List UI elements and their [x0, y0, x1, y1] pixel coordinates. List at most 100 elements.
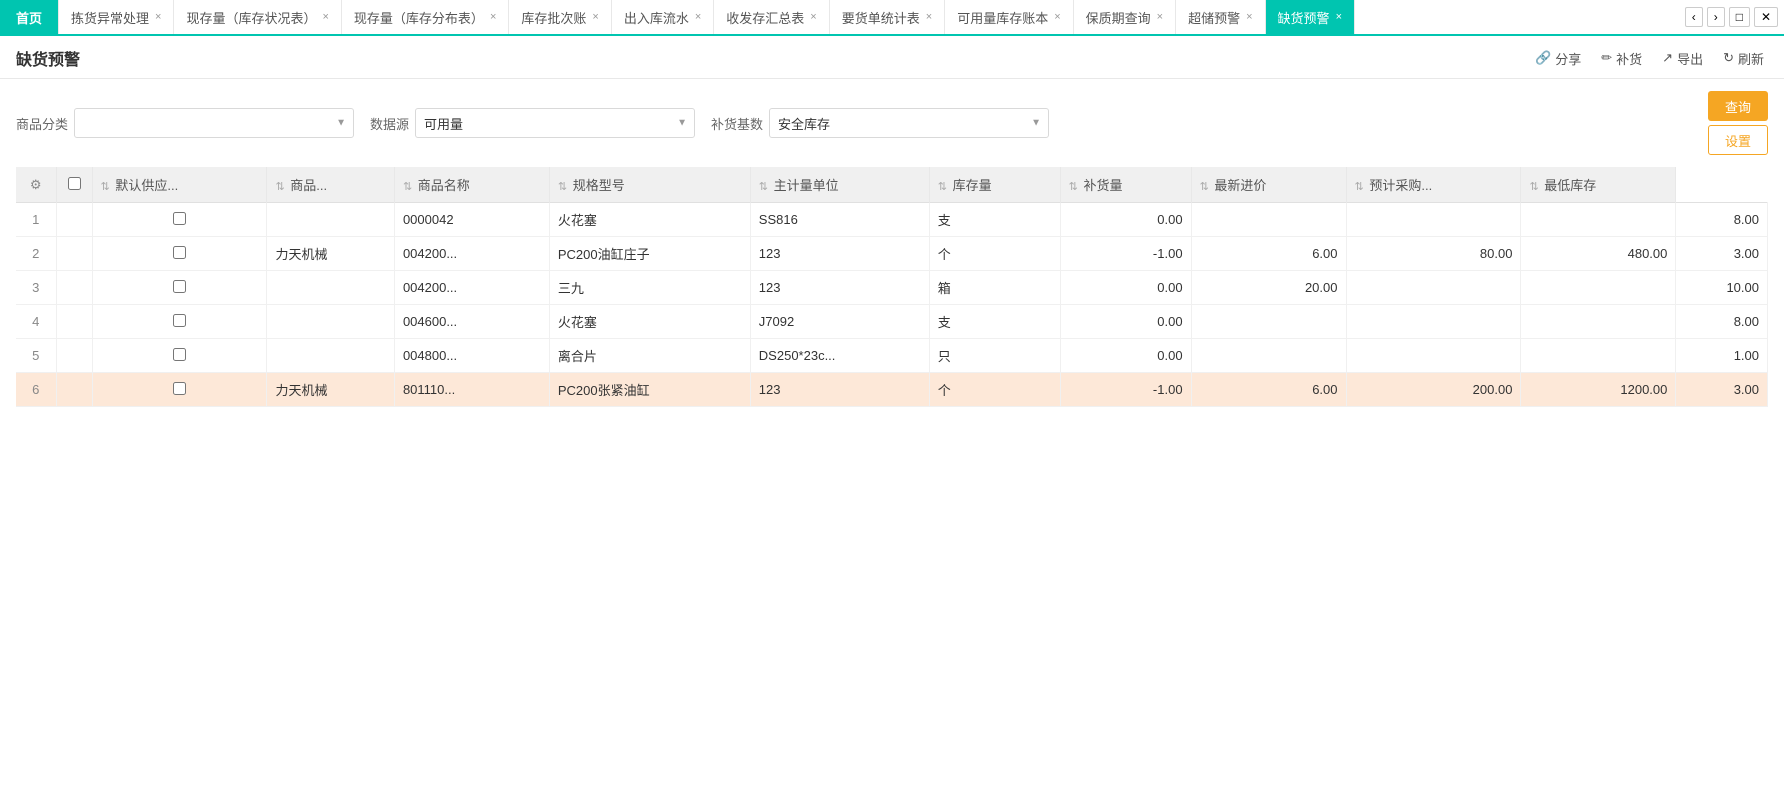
col-latest-price[interactable]: ⇅ 最新进价	[1191, 167, 1346, 203]
row-min-stock-5: 3.00	[1676, 373, 1768, 407]
table-row: 2 力天机械 004200... PC200油缸庄子 123 个 -1.00 6…	[16, 237, 1768, 271]
row-select-1[interactable]	[173, 246, 186, 259]
col-replenish[interactable]: ⇅ 补货量	[1060, 167, 1191, 203]
filter-bar: 商品分类 ▼ 数据源 可用量 ▼ 补货基数 安全库存	[0, 79, 1784, 167]
col-est-purchase[interactable]: ⇅ 预计采购...	[1346, 167, 1521, 203]
tab-exception-close[interactable]: ×	[155, 11, 161, 23]
tab-home[interactable]: 首页	[0, 0, 59, 34]
row-spec-0: SS816	[750, 203, 929, 237]
row-select-3[interactable]	[173, 314, 186, 327]
replenish-basis-value: 安全库存	[778, 114, 830, 133]
row-num-1: 2	[16, 237, 56, 271]
row-checkbox-1[interactable]	[92, 237, 267, 271]
replenish-basis-label: 补货基数	[711, 114, 763, 133]
row-goods-code-3: 004600...	[394, 305, 549, 339]
row-checkbox-2[interactable]	[92, 271, 267, 305]
tab-inout-flow[interactable]: 出入库流水 ×	[612, 0, 714, 34]
row-stock-5: -1.00	[1060, 373, 1191, 407]
tab-stock-dist-label: 现存量（库存分布表）	[354, 8, 484, 27]
data-table: ⚙ ⇅ 默认供应... ⇅ 商品... ⇅ 商品名称	[16, 167, 1768, 407]
col-unit[interactable]: ⇅ 主计量单位	[750, 167, 929, 203]
row-stock-2: 0.00	[1060, 271, 1191, 305]
row-select-0[interactable]	[173, 212, 186, 225]
col-spec[interactable]: ⇅ 规格型号	[549, 167, 750, 203]
share-label: 分享	[1555, 49, 1581, 68]
tab-next-button[interactable]: ›	[1707, 7, 1725, 27]
tab-shortage-close[interactable]: ×	[1336, 11, 1342, 23]
replenish-button[interactable]: ✏ 补货	[1597, 47, 1646, 70]
refresh-button[interactable]: ↻ 刷新	[1719, 47, 1768, 70]
row-latest-price-0	[1346, 203, 1521, 237]
tab-demand[interactable]: 要货单统计表 ×	[830, 0, 945, 34]
row-num-0: 1	[16, 203, 56, 237]
spec-sort-icon: ⇅	[558, 181, 567, 193]
row-stock-3: 0.00	[1060, 305, 1191, 339]
row-checkbox-0[interactable]	[92, 203, 267, 237]
replenish-sort-icon: ⇅	[1069, 181, 1078, 193]
table-header-row: ⚙ ⇅ 默认供应... ⇅ 商品... ⇅ 商品名称	[16, 167, 1768, 203]
col-min-stock[interactable]: ⇅ 最低库存	[1521, 167, 1676, 203]
row-supplier-0	[267, 203, 395, 237]
row-est-purchase-5: 1200.00	[1521, 373, 1676, 407]
tab-exception[interactable]: 拣货异常处理 ×	[59, 0, 174, 34]
tab-overstock[interactable]: 超储预警 ×	[1176, 0, 1265, 34]
tab-overstock-close[interactable]: ×	[1246, 11, 1252, 23]
category-select[interactable]	[74, 108, 354, 138]
settings-button[interactable]: 设置	[1708, 125, 1768, 155]
tab-expiry-close[interactable]: ×	[1157, 11, 1163, 23]
col-goods-name[interactable]: ⇅ 商品名称	[394, 167, 549, 203]
tab-available-close[interactable]: ×	[1054, 11, 1060, 23]
tab-close-all-button[interactable]: ✕	[1754, 7, 1778, 27]
tab-batch-close[interactable]: ×	[592, 11, 598, 23]
export-button[interactable]: ↗ 导出	[1658, 47, 1707, 70]
row-checkbox-4[interactable]	[92, 339, 267, 373]
tab-stock-dist[interactable]: 现存量（库存分布表） ×	[342, 0, 509, 34]
col-gear[interactable]: ⚙	[16, 167, 56, 203]
tab-receive[interactable]: 收发存汇总表 ×	[714, 0, 829, 34]
tab-receive-close[interactable]: ×	[810, 11, 816, 23]
datasource-select[interactable]: 可用量	[415, 108, 695, 138]
row-est-purchase-2	[1521, 271, 1676, 305]
row-checkbox-5[interactable]	[92, 373, 267, 407]
row-select-4[interactable]	[173, 348, 186, 361]
tab-stock-status[interactable]: 现存量（库存状况表） ×	[174, 0, 341, 34]
category-label: 商品分类	[16, 114, 68, 133]
datasource-filter-group: 数据源 可用量 ▼	[370, 108, 695, 138]
row-select-2[interactable]	[173, 280, 186, 293]
replenish-basis-filter-group: 补货基数 安全库存 ▼	[711, 108, 1049, 138]
col-supplier[interactable]: ⇅ 默认供应...	[92, 167, 267, 203]
tab-expiry[interactable]: 保质期查询 ×	[1074, 0, 1176, 34]
select-all-checkbox[interactable]	[68, 177, 81, 190]
tab-shortage[interactable]: 缺货预警 ×	[1266, 0, 1355, 34]
tab-shortage-label: 缺货预警	[1278, 8, 1330, 27]
stock-sort-icon: ⇅	[938, 181, 947, 193]
row-latest-price-2	[1346, 271, 1521, 305]
row-unit-0: 支	[929, 203, 1060, 237]
tab-stock-status-close[interactable]: ×	[322, 11, 328, 23]
tab-stock-dist-close[interactable]: ×	[490, 11, 496, 23]
row-latest-price-4	[1346, 339, 1521, 373]
row-gear-2	[56, 271, 92, 305]
col-replenish-label: 补货量	[1084, 178, 1123, 193]
query-button[interactable]: 查询	[1708, 91, 1768, 121]
tab-inout-flow-close[interactable]: ×	[695, 11, 701, 23]
row-est-purchase-3	[1521, 305, 1676, 339]
export-icon: ↗	[1662, 50, 1673, 66]
tab-demand-close[interactable]: ×	[926, 11, 932, 23]
replenish-basis-select[interactable]: 安全库存	[769, 108, 1049, 138]
tab-available[interactable]: 可用量库存账本 ×	[945, 0, 1073, 34]
tab-batch[interactable]: 库存批次账 ×	[509, 0, 611, 34]
tab-restore-button[interactable]: □	[1729, 7, 1750, 27]
row-stock-0: 0.00	[1060, 203, 1191, 237]
col-goods-code[interactable]: ⇅ 商品...	[267, 167, 395, 203]
share-button[interactable]: 🔗 分享	[1531, 47, 1585, 70]
row-select-5[interactable]	[173, 382, 186, 395]
tab-prev-button[interactable]: ‹	[1685, 7, 1703, 27]
col-stock[interactable]: ⇅ 库存量	[929, 167, 1060, 203]
col-goods-name-label: 商品名称	[418, 178, 470, 193]
row-checkbox-3[interactable]	[92, 305, 267, 339]
latest-price-sort-icon: ⇅	[1200, 181, 1209, 193]
col-min-stock-label: 最低库存	[1544, 178, 1596, 193]
row-gear-4	[56, 339, 92, 373]
row-min-stock-2: 10.00	[1676, 271, 1768, 305]
